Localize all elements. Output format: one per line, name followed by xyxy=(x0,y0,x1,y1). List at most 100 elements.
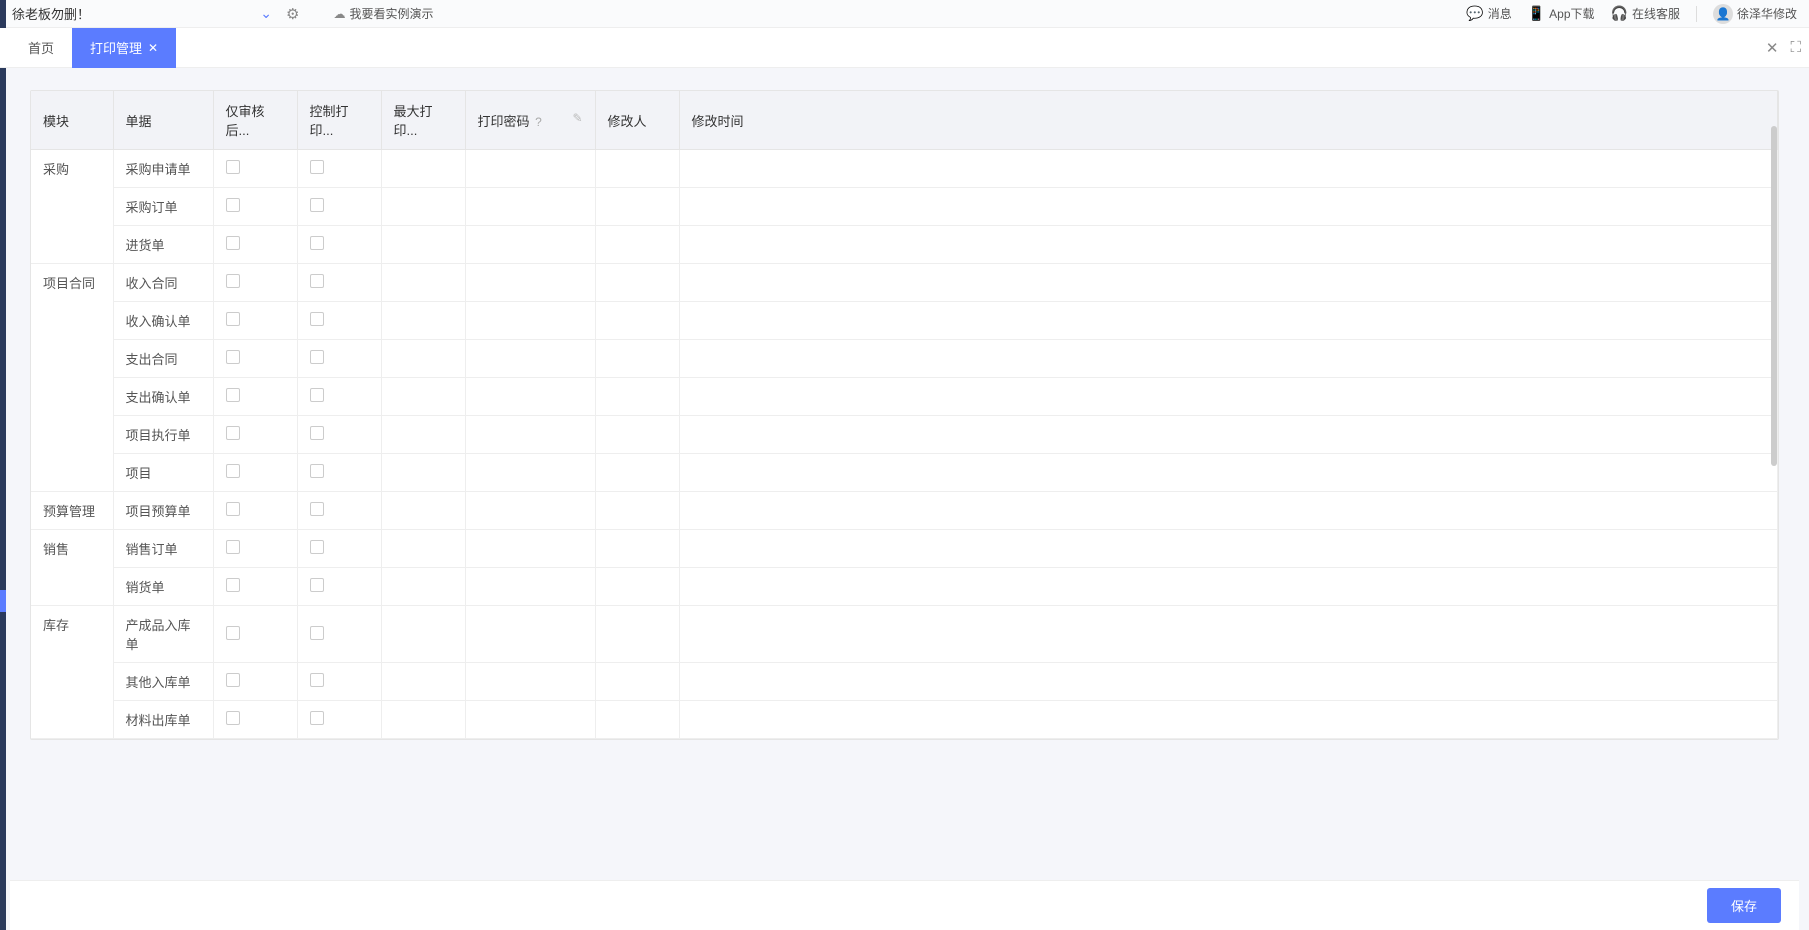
checkbox[interactable] xyxy=(310,160,324,174)
checkbox[interactable] xyxy=(226,673,240,687)
checkbox[interactable] xyxy=(226,198,240,212)
checkbox[interactable] xyxy=(310,426,324,440)
checkbox[interactable] xyxy=(226,160,240,174)
password-cell[interactable] xyxy=(465,530,595,568)
password-cell[interactable] xyxy=(465,188,595,226)
demo-link[interactable]: ☁ 我要看实例演示 xyxy=(333,5,433,22)
chevron-down-icon: ⌄ xyxy=(260,5,272,22)
app-download-link[interactable]: 📱 App下载 xyxy=(1528,5,1595,22)
max-print-cell[interactable] xyxy=(381,492,465,530)
save-button[interactable]: 保存 xyxy=(1707,888,1781,923)
max-print-cell[interactable] xyxy=(381,264,465,302)
audit-checkbox-cell xyxy=(213,150,297,188)
checkbox[interactable] xyxy=(310,540,324,554)
table-row: 项目合同收入合同 xyxy=(31,264,1778,302)
user-menu[interactable]: 👤 徐泽华修改 xyxy=(1713,4,1797,24)
checkbox[interactable] xyxy=(226,426,240,440)
checkbox[interactable] xyxy=(226,388,240,402)
max-print-cell[interactable] xyxy=(381,416,465,454)
tab-actions: ✕ ⛶ xyxy=(1766,39,1801,57)
messages-link[interactable]: 💬 消息 xyxy=(1466,5,1511,22)
modifier-cell xyxy=(595,378,679,416)
checkbox[interactable] xyxy=(226,626,240,640)
password-cell[interactable] xyxy=(465,150,595,188)
max-print-cell[interactable] xyxy=(381,188,465,226)
control-checkbox-cell xyxy=(297,606,381,663)
document-cell: 收入合同 xyxy=(113,264,213,302)
online-service-link[interactable]: 🎧 在线客服 xyxy=(1611,5,1680,22)
max-print-cell[interactable] xyxy=(381,606,465,663)
table-row: 其他入库单 xyxy=(31,663,1778,701)
checkbox[interactable] xyxy=(226,464,240,478)
checkbox[interactable] xyxy=(310,673,324,687)
checkbox[interactable] xyxy=(310,578,324,592)
checkbox[interactable] xyxy=(310,198,324,212)
checkbox[interactable] xyxy=(310,274,324,288)
company-dropdown-label: 徐老板勿删！ xyxy=(12,4,90,23)
tab-print-management[interactable]: 打印管理 ✕ xyxy=(72,28,176,68)
document-cell: 产成品入库单 xyxy=(113,606,213,663)
table-row: 项目执行单 xyxy=(31,416,1778,454)
checkbox[interactable] xyxy=(310,388,324,402)
scrollbar-thumb[interactable] xyxy=(1771,126,1777,466)
checkbox[interactable] xyxy=(310,464,324,478)
col-header-audit: 仅审核后... xyxy=(213,91,297,150)
max-print-cell[interactable] xyxy=(381,701,465,739)
password-cell[interactable] xyxy=(465,226,595,264)
close-all-icon[interactable]: ✕ xyxy=(1766,39,1779,57)
checkbox[interactable] xyxy=(226,502,240,516)
document-cell: 销售订单 xyxy=(113,530,213,568)
password-cell[interactable] xyxy=(465,663,595,701)
checkbox[interactable] xyxy=(226,540,240,554)
password-cell[interactable] xyxy=(465,701,595,739)
password-cell[interactable] xyxy=(465,302,595,340)
checkbox[interactable] xyxy=(310,312,324,326)
audit-checkbox-cell xyxy=(213,492,297,530)
messages-label: 消息 xyxy=(1488,5,1512,22)
max-print-cell[interactable] xyxy=(381,454,465,492)
checkbox[interactable] xyxy=(226,350,240,364)
checkbox[interactable] xyxy=(310,236,324,250)
max-print-cell[interactable] xyxy=(381,530,465,568)
password-cell[interactable] xyxy=(465,416,595,454)
password-cell[interactable] xyxy=(465,606,595,663)
password-cell[interactable] xyxy=(465,568,595,606)
help-icon[interactable]: ? xyxy=(535,115,542,129)
checkbox[interactable] xyxy=(310,502,324,516)
max-print-cell[interactable] xyxy=(381,226,465,264)
password-cell[interactable] xyxy=(465,264,595,302)
modify-time-cell xyxy=(679,606,1778,663)
max-print-cell[interactable] xyxy=(381,378,465,416)
tab-home[interactable]: 首页 xyxy=(10,28,72,68)
checkbox[interactable] xyxy=(310,350,324,364)
checkbox[interactable] xyxy=(226,711,240,725)
gear-icon[interactable]: ⚙ xyxy=(286,5,299,23)
col-header-modifier: 修改人 xyxy=(595,91,679,150)
modifier-cell xyxy=(595,701,679,739)
max-print-cell[interactable] xyxy=(381,302,465,340)
checkbox[interactable] xyxy=(226,578,240,592)
password-cell[interactable] xyxy=(465,492,595,530)
document-cell: 项目预算单 xyxy=(113,492,213,530)
password-cell[interactable] xyxy=(465,340,595,378)
checkbox[interactable] xyxy=(226,274,240,288)
modify-time-cell xyxy=(679,302,1778,340)
document-cell: 其他入库单 xyxy=(113,663,213,701)
max-print-cell[interactable] xyxy=(381,568,465,606)
checkbox[interactable] xyxy=(226,236,240,250)
max-print-cell[interactable] xyxy=(381,663,465,701)
max-print-cell[interactable] xyxy=(381,150,465,188)
company-dropdown[interactable]: 徐老板勿删！ ⌄ xyxy=(12,4,272,23)
checkbox[interactable] xyxy=(310,626,324,640)
audit-checkbox-cell xyxy=(213,663,297,701)
table-row: 销货单 xyxy=(31,568,1778,606)
checkbox[interactable] xyxy=(226,312,240,326)
edit-icon[interactable]: ✎ xyxy=(572,111,582,125)
password-cell[interactable] xyxy=(465,378,595,416)
close-icon[interactable]: ✕ xyxy=(148,41,158,55)
fullscreen-icon[interactable]: ⛶ xyxy=(1790,39,1801,57)
max-print-cell[interactable] xyxy=(381,340,465,378)
checkbox[interactable] xyxy=(310,711,324,725)
password-cell[interactable] xyxy=(465,454,595,492)
document-cell: 材料出库单 xyxy=(113,701,213,739)
